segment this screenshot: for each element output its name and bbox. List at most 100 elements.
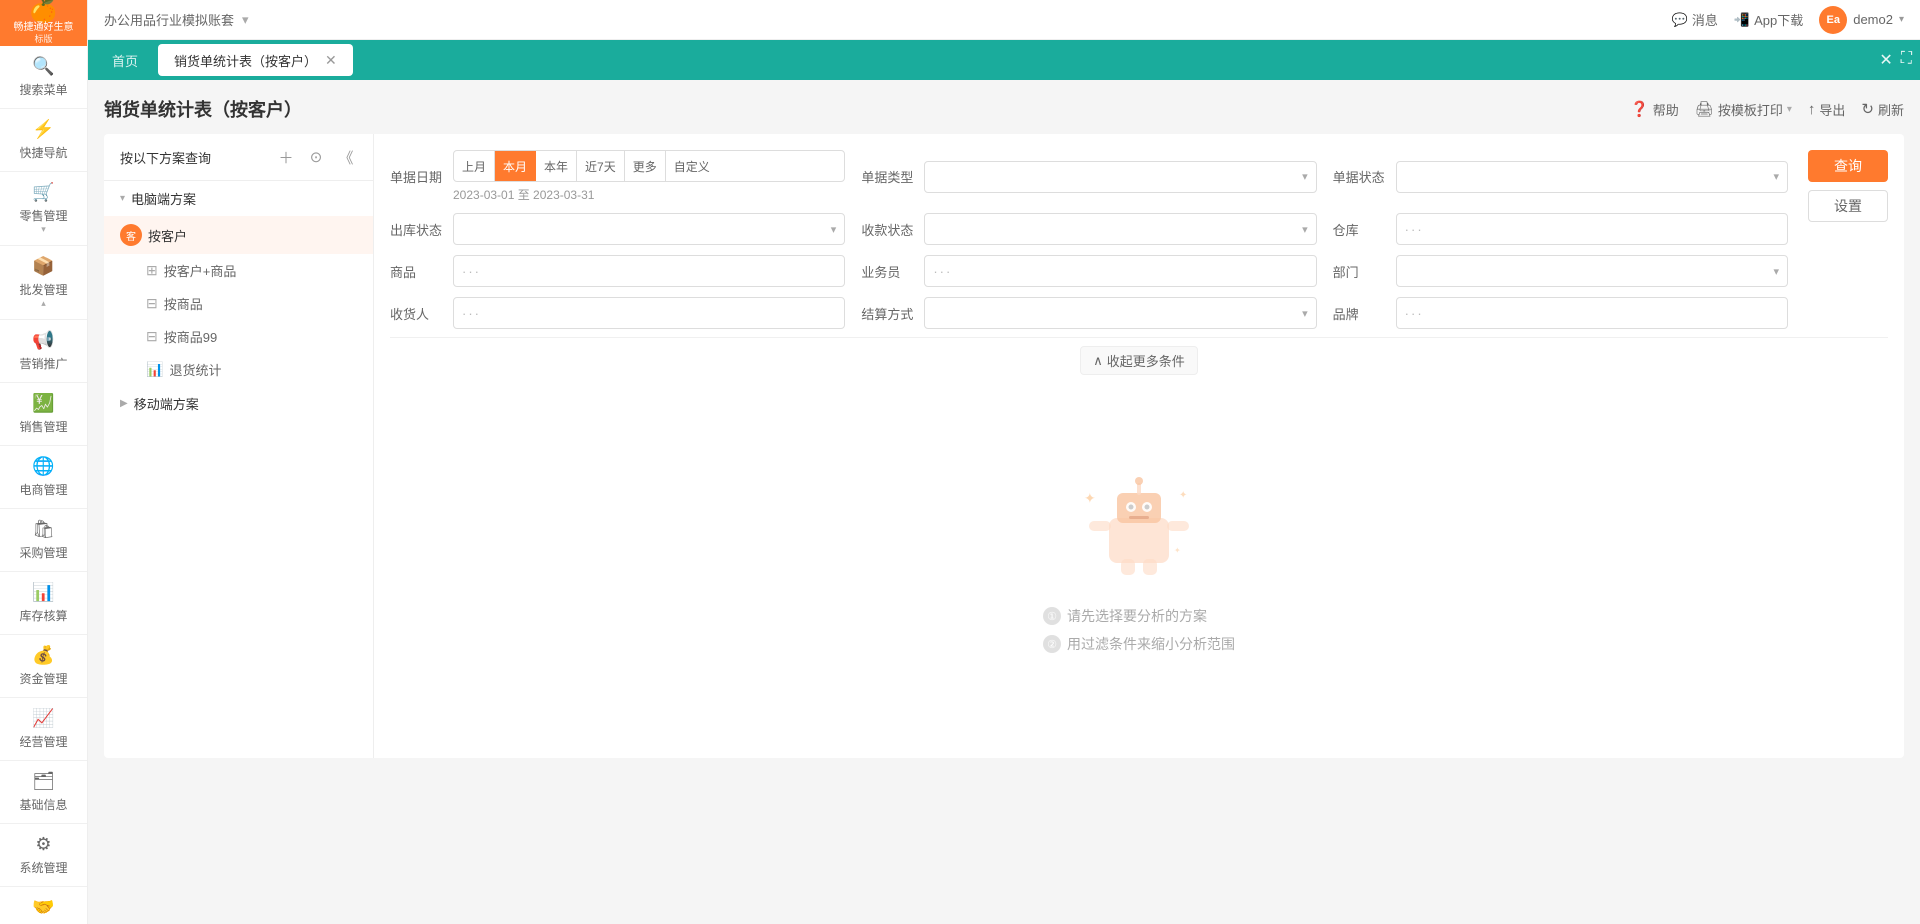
filter-out-status: 出库状态 ▾ bbox=[390, 213, 845, 245]
tree-item-by-customer-goods[interactable]: ⊞ 按客户+商品 bbox=[104, 254, 373, 287]
date-tab-last-month[interactable]: 上月 bbox=[454, 150, 495, 182]
help-label: 帮助 bbox=[1653, 100, 1679, 119]
tree-item-by-customer[interactable]: 客 按客户 bbox=[104, 216, 373, 254]
empty-hint-2: ② 用过滤条件来缩小分析范围 bbox=[1043, 634, 1235, 654]
sidebar-item-quick-nav[interactable]: ⚡ 快捷导航 bbox=[0, 109, 88, 172]
refresh-button[interactable]: ↻ 刷新 bbox=[1861, 100, 1904, 119]
sidebar-item-label: 资金管理 bbox=[19, 670, 67, 687]
hint-num-2: ② bbox=[1043, 635, 1061, 653]
tree-item-by-goods[interactable]: ⊟ 按商品 bbox=[104, 287, 373, 320]
sidebar-item-purchase-mgmt[interactable]: 🛍 采购管理 bbox=[0, 509, 88, 572]
date-tab-this-month[interactable]: 本月 bbox=[495, 150, 536, 182]
corp-collab-icon: 🤝 bbox=[32, 897, 54, 918]
filter-recipient: 收货人 ··· bbox=[390, 297, 845, 329]
header-right: 💬 消息 📲 App下载 Ea demo2 ▾ bbox=[1672, 6, 1904, 34]
out-status-label: 出库状态 bbox=[390, 220, 445, 239]
doc-status-input[interactable]: ▾ bbox=[1396, 161, 1788, 193]
industry-dropdown-arrow[interactable]: ▾ bbox=[242, 12, 249, 28]
collapse-filters-button[interactable]: ∧ 收起更多条件 bbox=[1080, 346, 1198, 375]
sidebar-item-wholesale-mgmt[interactable]: 📦 批发管理 ▴ bbox=[0, 246, 88, 320]
sidebar-item-retail-mgmt[interactable]: 🛒 零售管理 ▾ bbox=[0, 172, 88, 246]
filter-receipt-status: 收款状态 ▾ bbox=[861, 213, 1316, 245]
add-scheme-button[interactable]: ＋ bbox=[275, 146, 297, 168]
tree-group-desktop-label: 电脑端方案 bbox=[131, 189, 196, 208]
sidebar-item-ops-mgmt[interactable]: 📈 经营管理 bbox=[0, 698, 88, 761]
sidebar-item-finance[interactable]: 💰 资金管理 bbox=[0, 635, 88, 698]
app-download-label: App下载 bbox=[1754, 10, 1803, 29]
message-button[interactable]: 💬 消息 bbox=[1672, 10, 1718, 29]
print-template-button[interactable]: 🖨 按模板打印 ▾ bbox=[1695, 100, 1792, 119]
tree-item-return-stat[interactable]: 📊 退货统计 bbox=[104, 353, 373, 386]
collapse-panel-button[interactable]: 《 bbox=[335, 146, 357, 168]
sidebar-item-sales-mgmt[interactable]: 💹 销售管理 bbox=[0, 383, 88, 446]
svg-text:✦: ✦ bbox=[1084, 490, 1096, 506]
export-icon: ↑ bbox=[1808, 101, 1816, 118]
receipt-status-input[interactable]: ▾ bbox=[924, 213, 1316, 245]
sidebar-item-search-menu[interactable]: 🔍 搜索菜单 bbox=[0, 46, 88, 109]
sales-mgmt-icon: 💹 bbox=[32, 393, 54, 414]
marketing-icon: 📢 bbox=[32, 330, 54, 351]
tree-group-desktop[interactable]: ▾ 电脑端方案 bbox=[104, 181, 373, 216]
download-icon: 📲 bbox=[1734, 12, 1750, 28]
payment-method-input[interactable]: ▾ bbox=[924, 297, 1316, 329]
print-icon: 🖨 bbox=[1695, 100, 1714, 118]
receipt-status-arrow: ▾ bbox=[1302, 223, 1308, 236]
sidebar-item-basic-info[interactable]: 🗂 基础信息 bbox=[0, 761, 88, 824]
hint-text-2: 用过滤条件来缩小分析范围 bbox=[1067, 634, 1235, 654]
grid-icon: ⊞ bbox=[146, 262, 158, 279]
salesperson-input[interactable]: ··· bbox=[924, 255, 1316, 287]
tab-bar: 首页 销货单统计表（按客户） ✕ ✕ ⛶ bbox=[88, 40, 1920, 80]
date-tab-last-7[interactable]: 近7天 bbox=[577, 150, 625, 182]
sidebar-item-marketing[interactable]: 📢 营销推广 bbox=[0, 320, 88, 383]
export-button[interactable]: ↑ 导出 bbox=[1808, 100, 1846, 119]
hint-num-1: ① bbox=[1043, 607, 1061, 625]
user-dropdown-arrow: ▾ bbox=[1899, 14, 1904, 25]
date-tab-custom[interactable]: 自定义 bbox=[666, 150, 718, 182]
tree-group-mobile[interactable]: ▶ 移动端方案 bbox=[104, 386, 373, 421]
tree-item-label: 按商品 bbox=[164, 294, 203, 313]
recipient-label: 收货人 bbox=[390, 304, 445, 323]
brand-input[interactable]: ··· bbox=[1396, 297, 1788, 329]
sidebar-item-label: 营销推广 bbox=[19, 355, 67, 372]
sidebar-item-label: 销售管理 bbox=[19, 418, 67, 435]
recipient-dots: ··· bbox=[462, 306, 481, 321]
payment-arrow: ▾ bbox=[1302, 307, 1308, 320]
department-input[interactable]: ▾ bbox=[1396, 255, 1788, 287]
sidebar-item-ecom-mgmt[interactable]: 🌐 电商管理 bbox=[0, 446, 88, 509]
page-actions: ❓ 帮助 🖨 按模板打印 ▾ ↑ 导出 ↻ 刷新 bbox=[1630, 100, 1904, 119]
user-profile-button[interactable]: Ea demo2 ▾ bbox=[1819, 6, 1904, 34]
filter-row-1: 单据日期 上月 本月 本年 近7天 更多 自定义 bbox=[390, 150, 1788, 203]
tree-item-by-goods-99[interactable]: ⊟ 按商品99 bbox=[104, 320, 373, 353]
collapse-row: ∧ 收起更多条件 bbox=[390, 337, 1888, 383]
sidebar-logo[interactable]: 🍊 畅捷通好生意标版 bbox=[0, 0, 88, 46]
out-status-input[interactable]: ▾ bbox=[453, 213, 845, 245]
goods-input[interactable]: ··· bbox=[453, 255, 845, 287]
home-tab-label: 首页 bbox=[112, 51, 138, 70]
tab-close-icon[interactable]: ✕ bbox=[325, 52, 337, 69]
sidebar-item-sys-mgmt[interactable]: ⚙ 系统管理 bbox=[0, 824, 88, 887]
recipient-input[interactable]: ··· bbox=[453, 297, 845, 329]
left-panel: 按以下方案查询 ＋ ⊙ 《 ▾ 电脑端方案 客 按客户 bbox=[104, 134, 374, 758]
fullscreen-button[interactable]: ⛶ bbox=[1901, 50, 1912, 70]
sidebar-item-corp-collab[interactable]: 🤝 企业协同 bbox=[0, 887, 88, 924]
date-filter-col: 上月 本月 本年 近7天 更多 自定义 2023-03-01 至 2023-03… bbox=[453, 150, 845, 203]
date-tab-more[interactable]: 更多 bbox=[625, 150, 666, 182]
date-tab-this-year[interactable]: 本年 bbox=[536, 150, 577, 182]
wholesale-mgmt-icon: 📦 bbox=[32, 256, 54, 277]
query-button[interactable]: 查询 bbox=[1808, 150, 1888, 182]
sys-mgmt-icon: ⚙ bbox=[35, 834, 51, 855]
settings-scheme-button[interactable]: ⊙ bbox=[305, 146, 327, 168]
tab-sales-stat[interactable]: 销货单统计表（按客户） ✕ bbox=[158, 44, 353, 76]
settings-button[interactable]: 设置 bbox=[1808, 190, 1888, 222]
filter-row-4: 收货人 ··· 结算方式 bbox=[390, 297, 1788, 329]
department-label: 部门 bbox=[1333, 262, 1388, 281]
help-button[interactable]: ❓ 帮助 bbox=[1630, 100, 1679, 119]
tab-home[interactable]: 首页 bbox=[96, 44, 154, 76]
sidebar-item-inventory[interactable]: 📊 库存核算 bbox=[0, 572, 88, 635]
warehouse-input[interactable]: ··· bbox=[1396, 213, 1788, 245]
doc-type-input[interactable]: ▾ bbox=[924, 161, 1316, 193]
close-all-tabs-button[interactable]: ✕ bbox=[1879, 50, 1892, 70]
app-download-button[interactable]: 📲 App下载 bbox=[1734, 10, 1803, 29]
right-panel: 单据日期 上月 本月 本年 近7天 更多 自定义 bbox=[374, 134, 1904, 758]
filter-row-2: 出库状态 ▾ 收款状态 bbox=[390, 213, 1788, 245]
